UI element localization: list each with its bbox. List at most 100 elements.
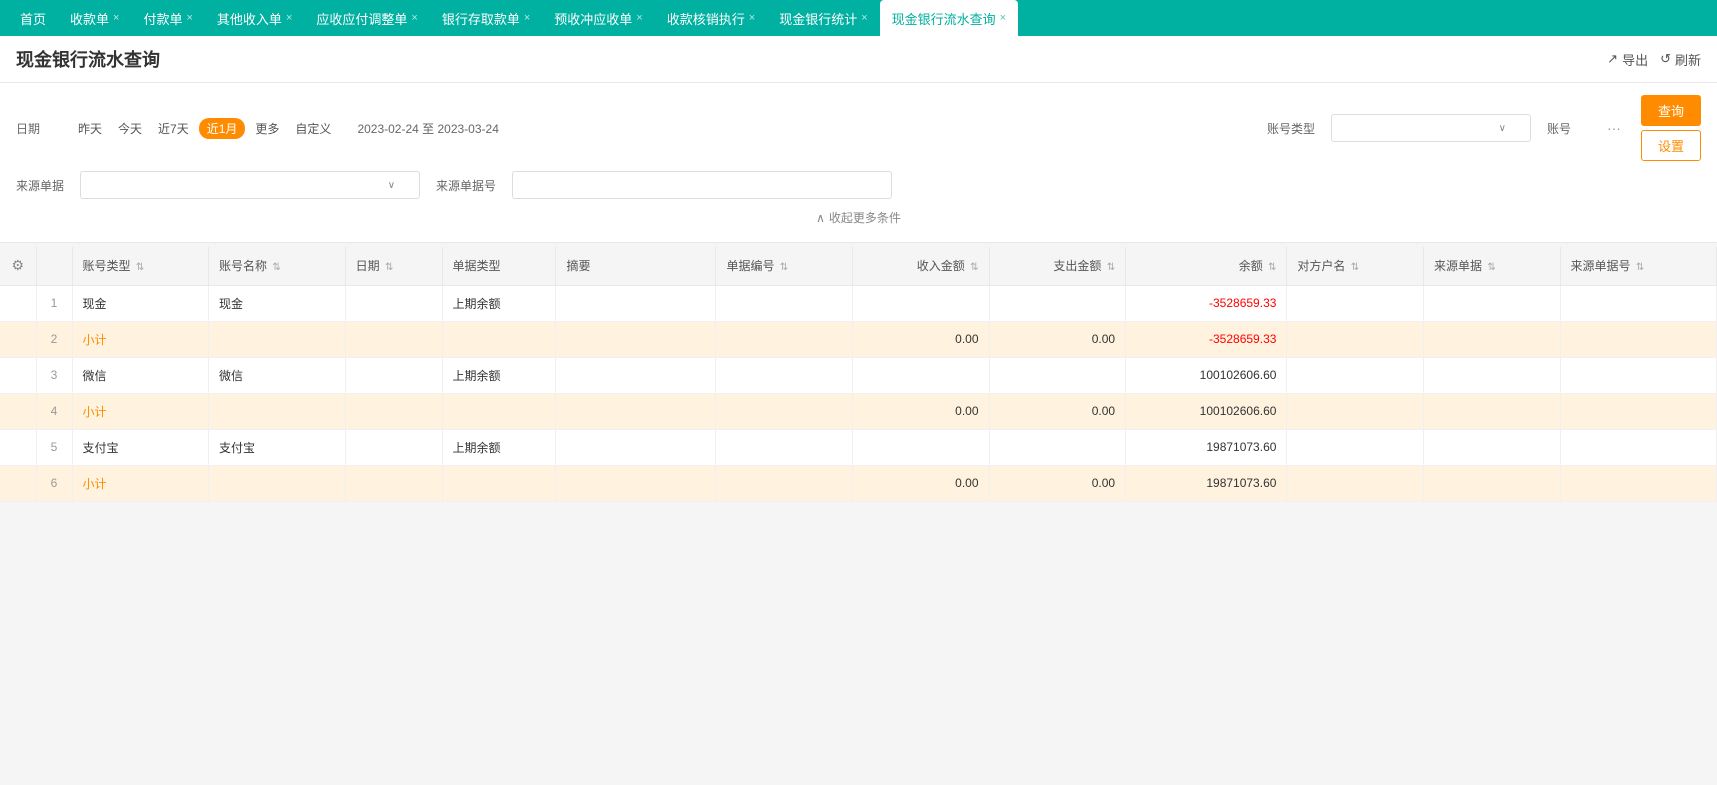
table-row: 1 现金 现金 上期余额 -3528659.33 [0,285,1717,321]
export-button[interactable]: ↗ 导出 [1607,50,1648,69]
date-opt-yesterday[interactable]: 昨天 [72,118,108,139]
column-source-doc[interactable]: 来源单据 ⇅ [1423,247,1560,285]
row-balance: 19871073.60 [1126,429,1287,465]
row-summary [556,321,716,357]
refresh-button[interactable]: ↺ 刷新 [1660,50,1701,69]
sort-icon: ⇅ [970,262,978,273]
date-opt-today[interactable]: 今天 [112,118,148,139]
refresh-icon: ↺ [1660,51,1671,67]
row-date [345,393,442,429]
source-doc-select[interactable]: ∨ [80,171,420,199]
collapse-bar[interactable]: ∧ 收起更多条件 [16,205,1701,230]
close-icon[interactable]: × [411,12,417,24]
close-icon[interactable]: × [1000,12,1006,24]
column-expense[interactable]: 支出金额 ⇅ [989,247,1126,285]
filter-row-1: 日期 昨天 今天 近7天 近1月 更多 自定义 2023-02-24 至 202… [16,95,1701,161]
sort-icon: ⇅ [1268,262,1276,273]
date-opt-7days[interactable]: 近7天 [152,118,195,139]
column-date[interactable]: 日期 ⇅ [345,247,442,285]
row-doc-type [442,465,556,501]
row-summary [556,465,716,501]
row-gear [0,285,36,321]
row-balance: -3528659.33 [1126,285,1287,321]
close-icon[interactable]: × [524,12,530,24]
row-doc-no [716,429,853,465]
row-doc-type: 上期余额 [442,357,556,393]
close-icon[interactable]: × [113,12,119,24]
column-balance[interactable]: 余额 ⇅ [1126,247,1287,285]
sort-icon: ⇅ [272,262,280,273]
row-balance: -3528659.33 [1126,321,1287,357]
gear-icon[interactable]: ⚙ [11,257,24,273]
query-button[interactable]: 查询 [1641,95,1701,126]
close-icon[interactable]: × [286,12,292,24]
row-account-name [209,465,346,501]
row-source-doc-no [1560,285,1716,321]
row-account-type: 现金 [72,285,209,321]
row-doc-no [716,357,853,393]
nav-bank-stats[interactable]: 现金银行统计 × [767,0,879,36]
table-body: 1 现金 现金 上期余额 -3528659.33 2 小计 0.00 0.00 … [0,285,1717,501]
nav-other-income[interactable]: 其他收入单 × [205,0,304,36]
row-counterparty [1287,357,1424,393]
close-icon[interactable]: × [861,12,867,24]
table-row: 5 支付宝 支付宝 上期余额 19871073.60 [0,429,1717,465]
column-source-doc-no[interactable]: 来源单据号 ⇅ [1560,247,1716,285]
row-counterparty [1287,393,1424,429]
account-type-select[interactable]: ∨ [1331,114,1531,142]
nav-receipt[interactable]: 收款单 × [58,0,131,36]
row-doc-type: 上期余额 [442,285,556,321]
column-income[interactable]: 收入金额 ⇅ [852,247,989,285]
row-account-name: 现金 [209,285,346,321]
row-expense: 0.00 [989,465,1126,501]
row-gear [0,321,36,357]
row-balance: 19871073.60 [1126,465,1287,501]
row-account-type: 小计 [72,393,209,429]
row-index: 4 [36,393,72,429]
sort-icon: ⇅ [385,262,393,273]
column-account-type[interactable]: 账号类型 ⇅ [72,247,209,285]
data-table: ⚙ 账号类型 ⇅ 账号名称 ⇅ 日期 ⇅ 单据类型 摘要 单据编号 ⇅ [0,247,1717,502]
column-doc-no[interactable]: 单据编号 ⇅ [716,247,853,285]
row-expense: 0.00 [989,393,1126,429]
source-doc-num-input[interactable] [512,171,892,199]
nav-adjustment[interactable]: 应收应付调整单 × [304,0,429,36]
close-icon[interactable]: × [636,12,642,24]
table-row: 6 小计 0.00 0.00 19871073.60 [0,465,1717,501]
date-opt-more[interactable]: 更多 [249,118,285,139]
row-source-doc-no [1560,321,1716,357]
row-source-doc [1423,285,1560,321]
source-doc-num-label: 来源单据号 [436,177,496,194]
row-gear [0,465,36,501]
account-label: 账号 [1547,120,1587,137]
header-actions: ↗ 导出 ↺ 刷新 [1607,50,1701,69]
row-expense [989,357,1126,393]
column-counterparty[interactable]: 对方户名 ⇅ [1287,247,1424,285]
table-row: 3 微信 微信 上期余额 100102606.60 [0,357,1717,393]
row-expense [989,429,1126,465]
nav-payment[interactable]: 付款单 × [131,0,204,36]
sort-icon: ⇅ [1351,262,1359,273]
nav-bank-flow[interactable]: 现金银行流水查询 × [880,0,1018,36]
account-ellipsis-button[interactable]: ··· [1603,120,1625,136]
row-doc-no [716,465,853,501]
row-doc-type [442,393,556,429]
close-icon[interactable]: × [749,12,755,24]
nav-home[interactable]: 首页 [8,0,58,36]
column-account-name[interactable]: 账号名称 ⇅ [209,247,346,285]
settings-button[interactable]: 设置 [1641,130,1701,161]
close-icon[interactable]: × [186,12,192,24]
nav-advance[interactable]: 预收冲应收单 × [542,0,654,36]
row-account-type: 小计 [72,465,209,501]
row-source-doc-no [1560,357,1716,393]
row-doc-no [716,393,853,429]
row-gear [0,429,36,465]
row-balance: 100102606.60 [1126,393,1287,429]
row-counterparty [1287,465,1424,501]
date-opt-custom[interactable]: 自定义 [289,118,337,139]
nav-bank-deposit[interactable]: 银行存取款单 × [430,0,542,36]
date-opt-1month[interactable]: 近1月 [199,118,246,139]
row-source-doc [1423,429,1560,465]
row-income [852,285,989,321]
nav-writeoff[interactable]: 收款核销执行 × [655,0,767,36]
